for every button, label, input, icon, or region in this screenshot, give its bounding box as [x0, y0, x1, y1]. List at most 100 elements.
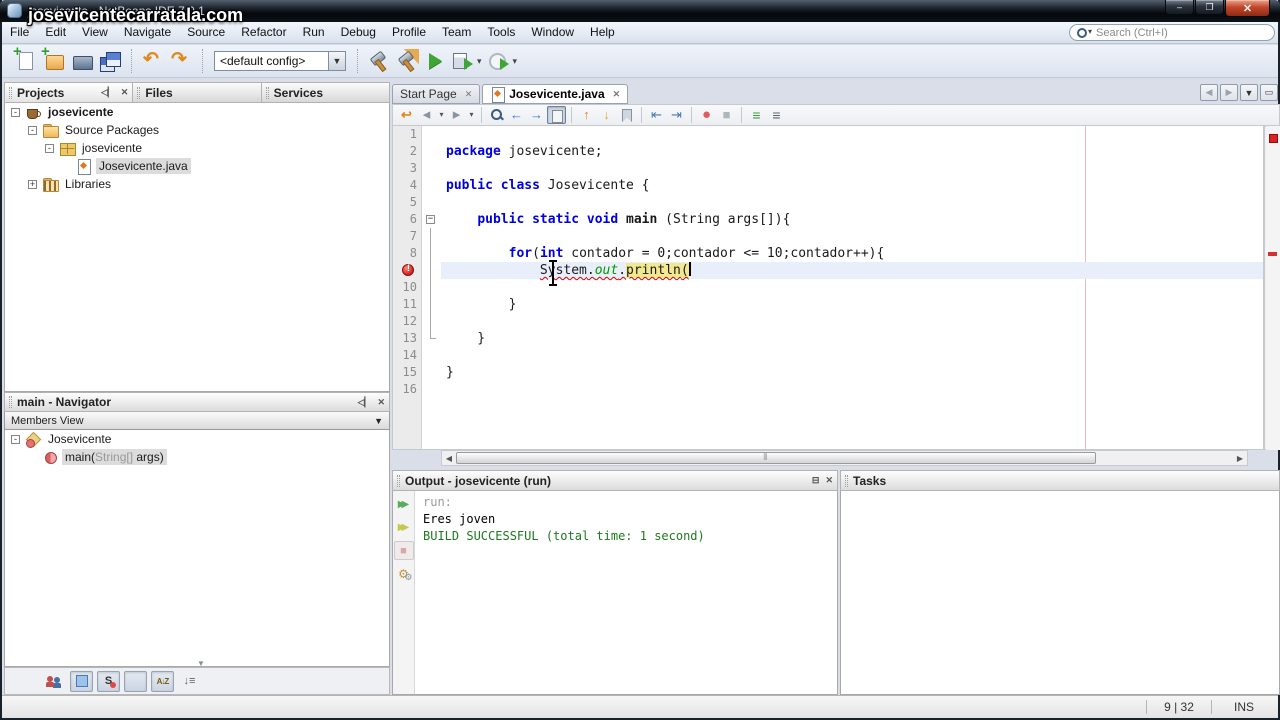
- code-line[interactable]: 2 package josevicente;: [393, 143, 1263, 160]
- output-console[interactable]: run: Eres joven BUILD SUCCESSFUL (total ti…: [423, 494, 835, 545]
- shift-left-icon[interactable]: [647, 106, 666, 124]
- next-bookmark-icon[interactable]: [597, 106, 616, 124]
- non-public-filter-icon[interactable]: [124, 670, 147, 692]
- scroll-left-icon[interactable]: ◀: [1200, 84, 1218, 101]
- menu-window[interactable]: Window: [523, 22, 582, 43]
- comment-icon[interactable]: [747, 106, 766, 124]
- code-line[interactable]: 1: [393, 126, 1263, 143]
- code-line[interactable]: 4 public class Josevicente {: [393, 177, 1263, 194]
- menu-help[interactable]: Help: [582, 22, 623, 43]
- expand-icon[interactable]: +: [28, 179, 37, 189]
- profile-icon[interactable]: [487, 49, 511, 73]
- code-line[interactable]: 5: [393, 194, 1263, 211]
- code-line[interactable]: 10: [393, 279, 1263, 296]
- prev-bookmark-icon[interactable]: [577, 106, 596, 124]
- code-editor[interactable]: 1 2 package josevicente; 3 4 public class Jos…: [392, 126, 1264, 450]
- tree-item[interactable]: - josevicente: [5, 103, 389, 121]
- fold-collapse-icon[interactable]: −: [426, 215, 435, 224]
- scroll-right-icon[interactable]: ▶: [1233, 451, 1247, 465]
- code-line[interactable]: 12: [393, 313, 1263, 330]
- fields-filter-icon[interactable]: [70, 670, 93, 692]
- macro-stop-icon[interactable]: [717, 106, 736, 124]
- minimize-panel-icon[interactable]: ⊟: [812, 475, 820, 486]
- config-dropdown[interactable]: <default config> ▼: [214, 51, 346, 71]
- chevron-down-icon[interactable]: ▼: [329, 51, 346, 71]
- code-line[interactable]: 16: [393, 381, 1263, 398]
- panel-tab-services[interactable]: Services: [260, 82, 390, 103]
- chevron-down-icon[interactable]: ▾: [513, 56, 518, 67]
- error-icon[interactable]: [402, 263, 414, 276]
- redo-icon[interactable]: [169, 48, 193, 73]
- debug-icon[interactable]: [451, 49, 475, 73]
- code-line[interactable]: 8 for(int contador = 0;contador <= 10;co…: [393, 245, 1263, 262]
- error-stripe[interactable]: [1266, 126, 1280, 450]
- back-icon[interactable]: [417, 106, 436, 124]
- minimize-panel-icon[interactable]: ◁▏: [358, 397, 372, 408]
- tab-list-icon[interactable]: ▼: [1240, 84, 1258, 101]
- collapse-icon[interactable]: -: [11, 107, 20, 117]
- close-panel-icon[interactable]: ✕: [121, 87, 129, 98]
- code-line[interactable]: 13 }: [393, 330, 1263, 347]
- tab-close-icon[interactable]: ✕: [465, 89, 473, 100]
- shift-right-icon[interactable]: [667, 106, 686, 124]
- new-project-icon[interactable]: [41, 43, 66, 73]
- clean-build-icon[interactable]: [395, 49, 419, 73]
- tree-item[interactable]: - Source Packages: [5, 121, 389, 139]
- uncomment-icon[interactable]: [767, 106, 786, 124]
- minimize-panel-icon[interactable]: ◁▏: [101, 87, 115, 98]
- chevron-down-icon[interactable]: ▾: [477, 56, 482, 67]
- static-filter-icon[interactable]: [97, 670, 120, 692]
- toggle-bookmark-icon[interactable]: [617, 106, 636, 124]
- chevron-down-icon[interactable]: ▾: [467, 106, 476, 124]
- collapse-icon[interactable]: -: [11, 434, 20, 444]
- prev-occurrence-icon[interactable]: [507, 106, 526, 124]
- close-button[interactable]: ✕: [1225, 0, 1270, 17]
- menu-run[interactable]: Run: [295, 22, 333, 43]
- close-panel-icon[interactable]: ✕: [377, 397, 385, 408]
- tree-item[interactable]: - josevicente: [5, 139, 389, 157]
- minimize-button[interactable]: –: [1165, 0, 1194, 15]
- tab-close-icon[interactable]: ✕: [613, 89, 621, 100]
- inherited-filter-icon[interactable]: [43, 671, 66, 692]
- save-all-icon[interactable]: [98, 49, 122, 73]
- collapse-icon[interactable]: -: [28, 125, 37, 135]
- tree-item[interactable]: main(String[] args): [5, 448, 389, 466]
- build-icon[interactable]: [367, 49, 391, 73]
- chevron-down-icon[interactable]: ▾: [437, 106, 446, 124]
- rerun-alt-icon[interactable]: [394, 518, 414, 537]
- scroll-right-icon[interactable]: ▶: [1220, 84, 1238, 101]
- open-project-icon[interactable]: [70, 49, 94, 73]
- navigator-header[interactable]: main - Navigator ◁▏ ✕: [4, 392, 390, 412]
- toggle-highlight-icon[interactable]: [547, 106, 566, 124]
- maximize-button[interactable]: ❐: [1195, 0, 1224, 15]
- error-line-mark[interactable]: [1268, 252, 1277, 256]
- code-line[interactable]: 14: [393, 347, 1263, 364]
- code-line[interactable]: 6− public static void main (String args[…: [393, 211, 1263, 228]
- output-header[interactable]: Output - josevicente (run) ⊟ ✕: [392, 470, 838, 491]
- horizontal-scroll-thumb[interactable]: [456, 452, 1096, 464]
- tasks-header[interactable]: Tasks: [840, 470, 1280, 491]
- panel-tab-files[interactable]: Files: [132, 82, 261, 103]
- scroll-left-icon[interactable]: ◀: [442, 451, 456, 465]
- maximize-window-icon[interactable]: ▭: [1260, 84, 1278, 101]
- stop-icon[interactable]: [393, 541, 414, 560]
- sort-source-filter-icon[interactable]: [178, 671, 201, 692]
- tree-item[interactable]: Josevicente.java: [5, 157, 389, 175]
- last-edit-icon[interactable]: [397, 106, 416, 124]
- ant-settings-icon[interactable]: [394, 564, 414, 583]
- search-input[interactable]: Search (Ctrl+I): [1096, 27, 1168, 39]
- next-occurrence-icon[interactable]: [527, 106, 546, 124]
- panel-tab-projects[interactable]: Projects ◁▏ ✕: [4, 82, 133, 103]
- run-icon[interactable]: [423, 49, 447, 73]
- close-panel-icon[interactable]: ✕: [825, 475, 833, 486]
- rerun-icon[interactable]: [394, 495, 414, 514]
- tree-item[interactable]: + Libraries: [5, 175, 389, 193]
- code-line[interactable]: 7: [393, 228, 1263, 245]
- sort-alpha-filter-icon[interactable]: [151, 670, 174, 692]
- menu-tools[interactable]: Tools: [479, 22, 523, 43]
- code-line[interactable]: 15}: [393, 364, 1263, 381]
- editor-tab-start-page[interactable]: Start Page ✕: [392, 84, 481, 104]
- collapse-icon[interactable]: -: [45, 143, 54, 153]
- menu-team[interactable]: Team: [434, 22, 479, 43]
- forward-icon[interactable]: [447, 106, 466, 124]
